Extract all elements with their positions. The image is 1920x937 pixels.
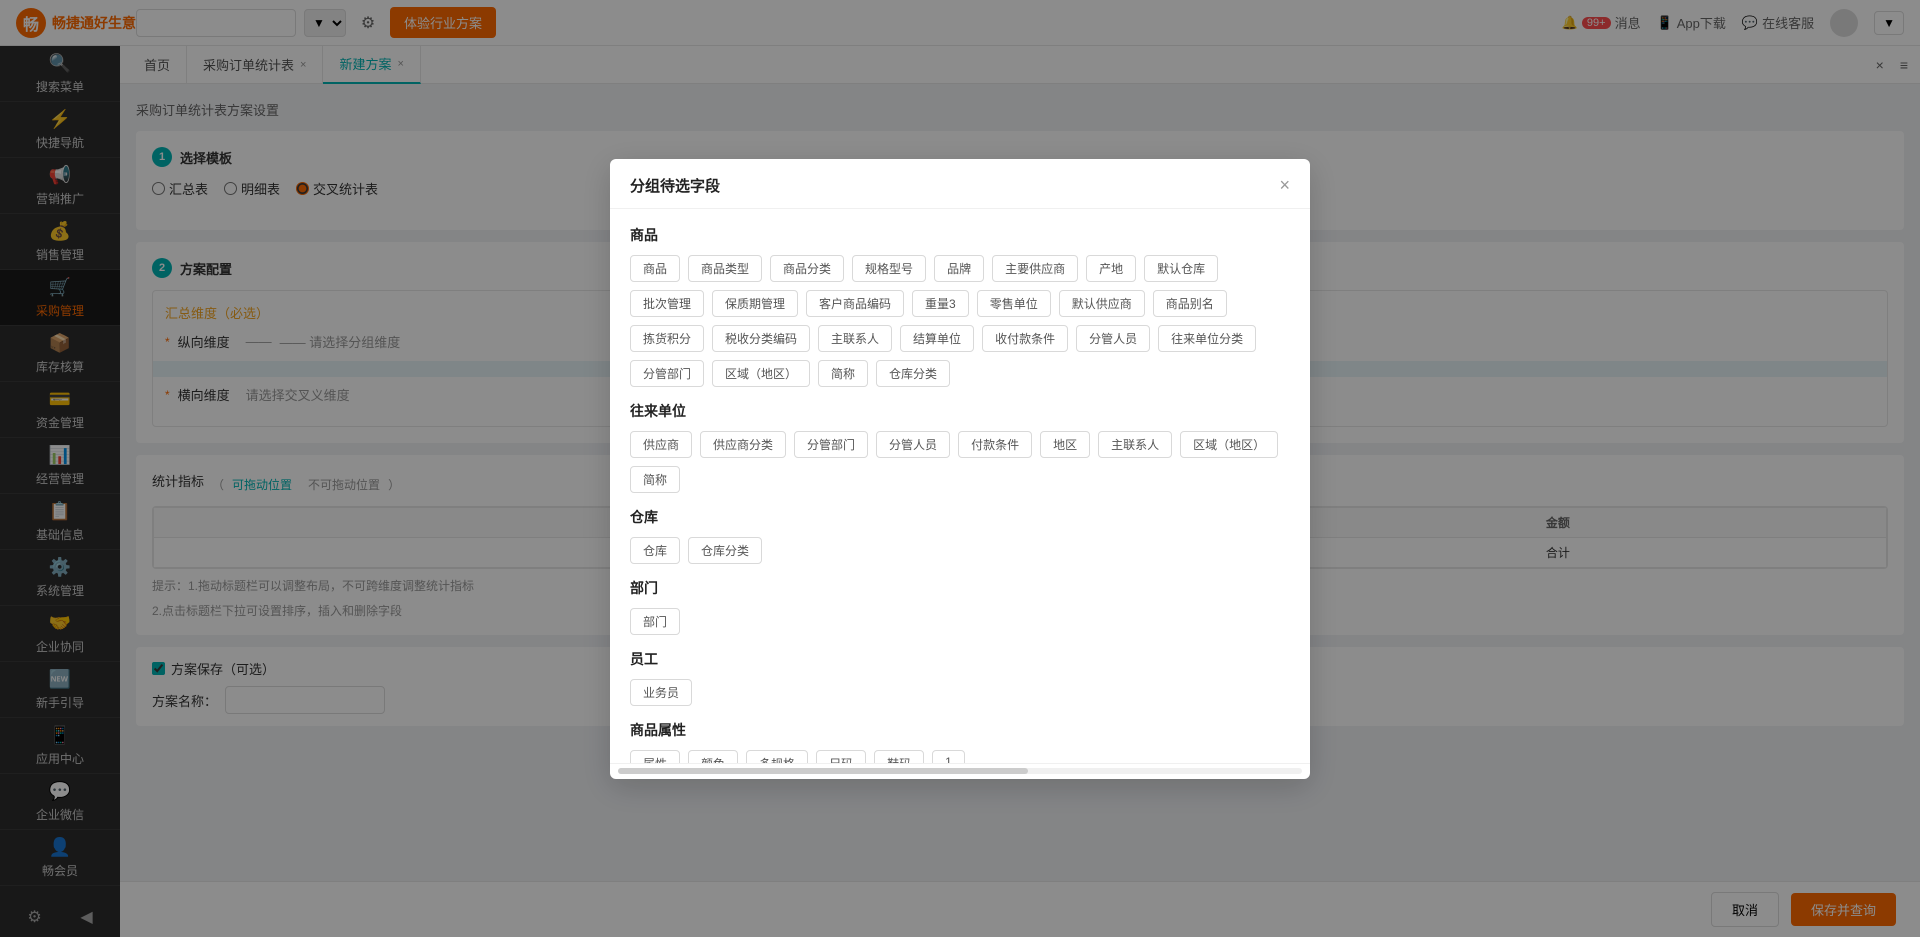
modal-scrollbar-thumb [618,768,1028,774]
field-tag-拣货积分[interactable]: 拣货积分 [630,325,704,352]
field-tag-仓库分类[interactable]: 仓库分类 [688,537,762,564]
field-tag-主要供应商[interactable]: 主要供应商 [992,255,1078,282]
field-tag-产地[interactable]: 产地 [1086,255,1136,282]
field-tag-供应商[interactable]: 供应商 [630,431,692,458]
field-grid-warehouse: 仓库仓库分类 [630,537,1290,564]
field-tag-默认仓库[interactable]: 默认仓库 [1144,255,1218,282]
field-tag-往来单位分类[interactable]: 往来单位分类 [1158,325,1256,352]
field-tag-商品类型[interactable]: 商品类型 [688,255,762,282]
modal-body: 商品商品商品类型商品分类规格型号品牌主要供应商产地默认仓库批次管理保质期管理客户… [610,209,1310,764]
field-tag-规格型号[interactable]: 规格型号 [852,255,926,282]
field-tag-商品[interactable]: 商品 [630,255,680,282]
field-tag-属性[interactable]: 属性 [630,750,680,764]
field-tag-分管人员[interactable]: 分管人员 [1076,325,1150,352]
modal-section-title-department: 部门 [630,578,1290,598]
field-tag-保质期管理[interactable]: 保质期管理 [712,290,798,317]
field-tag-重量3[interactable]: 重量3 [912,290,969,317]
field-tag-客户商品编码[interactable]: 客户商品编码 [806,290,904,317]
modal-header: 分组待选字段 × [610,159,1310,209]
field-tag-部门[interactable]: 部门 [630,608,680,635]
modal-close-button[interactable]: × [1279,175,1290,196]
field-tag-结算单位[interactable]: 结算单位 [900,325,974,352]
field-tag-供应商分类[interactable]: 供应商分类 [700,431,786,458]
field-tag-分管人员[interactable]: 分管人员 [876,431,950,458]
field-tag-多规格[interactable]: 多规格 [746,750,808,764]
modal: 分组待选字段 × 商品商品商品类型商品分类规格型号品牌主要供应商产地默认仓库批次… [610,159,1310,779]
field-tag-商品别名[interactable]: 商品别名 [1153,290,1227,317]
field-tag-区域（地区）[interactable]: 区域（地区） [712,360,810,387]
field-tag-品牌[interactable]: 品牌 [934,255,984,282]
field-tag-鞋码[interactable]: 鞋码 [874,750,924,764]
modal-scrollbar-track [618,768,1302,774]
field-grid-goods: 商品商品类型商品分类规格型号品牌主要供应商产地默认仓库批次管理保质期管理客户商品… [630,255,1290,387]
modal-section-title-warehouse: 仓库 [630,507,1290,527]
field-tag-税收分类编码[interactable]: 税收分类编码 [712,325,810,352]
field-tag-收付款条件[interactable]: 收付款条件 [982,325,1068,352]
modal-section-title-product-attr: 商品属性 [630,720,1290,740]
modal-section-title-partner: 往来单位 [630,401,1290,421]
field-tag-简称[interactable]: 简称 [630,466,680,493]
field-grid-partner: 供应商供应商分类分管部门分管人员付款条件地区主联系人区域（地区） 简称 [630,431,1290,493]
modal-section-title-goods: 商品 [630,225,1290,245]
field-tag-主联系人[interactable]: 主联系人 [1098,431,1172,458]
field-tag-主联系人[interactable]: 主联系人 [818,325,892,352]
modal-overlay: 分组待选字段 × 商品商品商品类型商品分类规格型号品牌主要供应商产地默认仓库批次… [0,0,1920,937]
field-tag-商品分类[interactable]: 商品分类 [770,255,844,282]
field-tag-区域（地区）[interactable]: 区域（地区） [1180,431,1278,458]
field-grid-staff: 业务员 [630,679,1290,706]
field-tag-1[interactable]: 1 [932,750,965,764]
field-tag-仓库[interactable]: 仓库 [630,537,680,564]
field-tag-尺码[interactable]: 尺码 [816,750,866,764]
field-tag-颜色[interactable]: 颜色 [688,750,738,764]
modal-title: 分组待选字段 [630,175,720,196]
field-grid-department: 部门 [630,608,1290,635]
field-tag-默认供应商[interactable]: 默认供应商 [1059,290,1145,317]
field-grid-product-attr: 属性颜色多规格尺码鞋码 1 [630,750,1290,764]
field-tag-业务员[interactable]: 业务员 [630,679,692,706]
field-tag-简称[interactable]: 简称 [818,360,868,387]
field-tag-地区[interactable]: 地区 [1040,431,1090,458]
field-tag-付款条件[interactable]: 付款条件 [958,431,1032,458]
modal-scrollbar-area [610,763,1310,778]
field-tag-分管部门[interactable]: 分管部门 [630,360,704,387]
modal-section-title-staff: 员工 [630,649,1290,669]
field-tag-分管部门[interactable]: 分管部门 [794,431,868,458]
field-tag-仓库分类[interactable]: 仓库分类 [876,360,950,387]
field-tag-零售单位[interactable]: 零售单位 [977,290,1051,317]
field-tag-批次管理[interactable]: 批次管理 [630,290,704,317]
